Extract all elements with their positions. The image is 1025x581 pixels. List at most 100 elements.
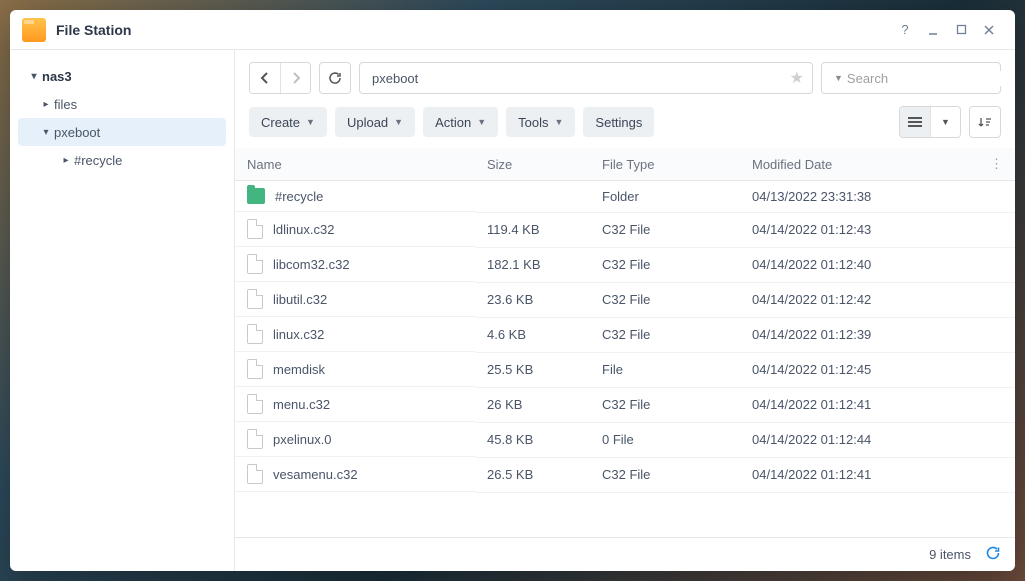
tree-item-recycle[interactable]: ▸#recycle <box>18 146 226 174</box>
file-modified: 04/13/2022 23:31:38 <box>740 181 978 213</box>
tree-item-label: pxeboot <box>54 125 100 140</box>
chevron-down-icon: ▼ <box>477 117 486 127</box>
file-table: Name Size File Type Modified Date ⋮ #rec… <box>235 148 1015 537</box>
file-size: 4.6 KB <box>475 317 590 352</box>
file-modified: 04/14/2022 01:12:45 <box>740 352 978 387</box>
chevron-down-icon: ▼ <box>834 73 843 83</box>
file-size: 45.8 KB <box>475 422 590 457</box>
caret-down-icon: ▾ <box>26 71 42 82</box>
sidebar: ▾ nas3 ▸files▾pxeboot▸#recycle <box>10 50 235 571</box>
chevron-down-icon: ▼ <box>555 117 564 127</box>
file-modified: 04/14/2022 01:12:40 <box>740 247 978 282</box>
file-size: 26.5 KB <box>475 457 590 492</box>
tools-button[interactable]: Tools▼ <box>506 107 575 137</box>
help-button[interactable]: ? <box>891 16 919 44</box>
file-name: linux.c32 <box>273 327 324 342</box>
sort-button[interactable] <box>969 106 1001 138</box>
file-type: Folder <box>590 181 740 213</box>
file-icon <box>247 324 263 344</box>
tree-root-label: nas3 <box>42 69 72 84</box>
close-button[interactable] <box>975 16 1003 44</box>
favorite-icon[interactable]: ★ <box>790 68 804 88</box>
file-name: ldlinux.c32 <box>273 222 334 237</box>
file-modified: 04/14/2022 01:12:44 <box>740 422 978 457</box>
caret-right-icon: ▸ <box>58 155 74 166</box>
main-panel: pxeboot ★ ▼ Create▼ Upload▼ Action▼ Tool… <box>235 50 1015 571</box>
col-modified[interactable]: Modified Date <box>740 148 978 181</box>
list-view-button[interactable] <box>900 107 930 137</box>
file-icon <box>247 359 263 379</box>
file-modified: 04/14/2022 01:12:41 <box>740 457 978 492</box>
table-row[interactable]: linux.c32 4.6 KBC32 File04/14/2022 01:12:… <box>235 317 1015 352</box>
view-dropdown-button[interactable]: ▼ <box>930 107 960 137</box>
titlebar: File Station ? <box>10 10 1015 50</box>
file-size: 25.5 KB <box>475 352 590 387</box>
file-name: libcom32.c32 <box>273 257 350 272</box>
table-row[interactable]: libcom32.c32 182.1 KBC32 File04/14/2022 0… <box>235 247 1015 282</box>
file-name: libutil.c32 <box>273 292 327 307</box>
path-text: pxeboot <box>372 71 418 86</box>
file-type: 0 File <box>590 422 740 457</box>
file-size: 23.6 KB <box>475 282 590 317</box>
settings-button[interactable]: Settings <box>583 107 654 137</box>
table-row[interactable]: libutil.c3223.6 KBC32 File04/14/2022 01:… <box>235 282 1015 317</box>
col-size[interactable]: Size <box>475 148 590 181</box>
file-icon <box>247 254 263 274</box>
statusbar: 9 items <box>235 537 1015 571</box>
refresh-button[interactable] <box>319 62 351 94</box>
table-row[interactable]: vesamenu.c3226.5 KBC32 File04/14/2022 01… <box>235 457 1015 492</box>
chevron-down-icon: ▼ <box>306 117 315 127</box>
tree-item-pxeboot[interactable]: ▾pxeboot <box>18 118 226 146</box>
file-name: memdisk <box>273 362 325 377</box>
caret-right-icon: ▸ <box>38 99 54 110</box>
file-size: 182.1 KB <box>475 247 590 282</box>
file-modified: 04/14/2022 01:12:42 <box>740 282 978 317</box>
file-icon <box>247 219 263 239</box>
file-type: C32 File <box>590 387 740 422</box>
create-button[interactable]: Create▼ <box>249 107 327 137</box>
view-toggle: ▼ <box>899 106 961 138</box>
folder-icon <box>247 188 265 204</box>
file-name: pxelinux.0 <box>273 432 332 447</box>
back-button[interactable] <box>250 63 280 93</box>
toolbar-actions: Create▼ Upload▼ Action▼ Tools▼ Settings … <box>235 100 1015 148</box>
table-row[interactable]: pxelinux.0 45.8 KB0 File04/14/2022 01:12:… <box>235 422 1015 457</box>
file-type: C32 File <box>590 247 740 282</box>
tree-item-label: files <box>54 97 77 112</box>
table-row[interactable]: #recycleFolder04/13/2022 23:31:38 <box>235 181 1015 213</box>
file-size: 26 KB <box>475 387 590 422</box>
search-input[interactable] <box>847 71 1015 86</box>
file-name: menu.c32 <box>273 397 330 412</box>
file-type: C32 File <box>590 212 740 247</box>
file-modified: 04/14/2022 01:12:41 <box>740 387 978 422</box>
file-name: vesamenu.c32 <box>273 467 358 482</box>
path-input[interactable]: pxeboot ★ <box>359 62 813 94</box>
file-size <box>475 181 590 213</box>
action-button[interactable]: Action▼ <box>423 107 498 137</box>
file-icon <box>247 394 263 414</box>
status-refresh-button[interactable] <box>985 545 1001 564</box>
search-box[interactable]: ▼ <box>821 62 1001 94</box>
chevron-down-icon: ▼ <box>394 117 403 127</box>
table-row[interactable]: ldlinux.c32119.4 KBC32 File04/14/2022 01… <box>235 212 1015 247</box>
file-type: C32 File <box>590 317 740 352</box>
col-name[interactable]: Name <box>235 148 475 181</box>
upload-button[interactable]: Upload▼ <box>335 107 415 137</box>
forward-button[interactable] <box>280 63 310 93</box>
file-type: File <box>590 352 740 387</box>
table-row[interactable]: menu.c32 26 KBC32 File04/14/2022 01:12:41 <box>235 387 1015 422</box>
table-row[interactable]: memdisk 25.5 KBFile04/14/2022 01:12:45 <box>235 352 1015 387</box>
tree-item-files[interactable]: ▸files <box>18 90 226 118</box>
col-menu[interactable]: ⋮ <box>978 148 1015 181</box>
item-count: 9 items <box>929 547 971 562</box>
minimize-button[interactable] <box>919 16 947 44</box>
tree-root[interactable]: ▾ nas3 <box>18 62 226 90</box>
app-icon <box>22 18 46 42</box>
file-modified: 04/14/2022 01:12:39 <box>740 317 978 352</box>
nav-group <box>249 62 311 94</box>
maximize-button[interactable] <box>947 16 975 44</box>
col-type[interactable]: File Type <box>590 148 740 181</box>
file-icon <box>247 464 263 484</box>
app-title: File Station <box>56 22 131 38</box>
toolbar-nav: pxeboot ★ ▼ <box>235 50 1015 100</box>
